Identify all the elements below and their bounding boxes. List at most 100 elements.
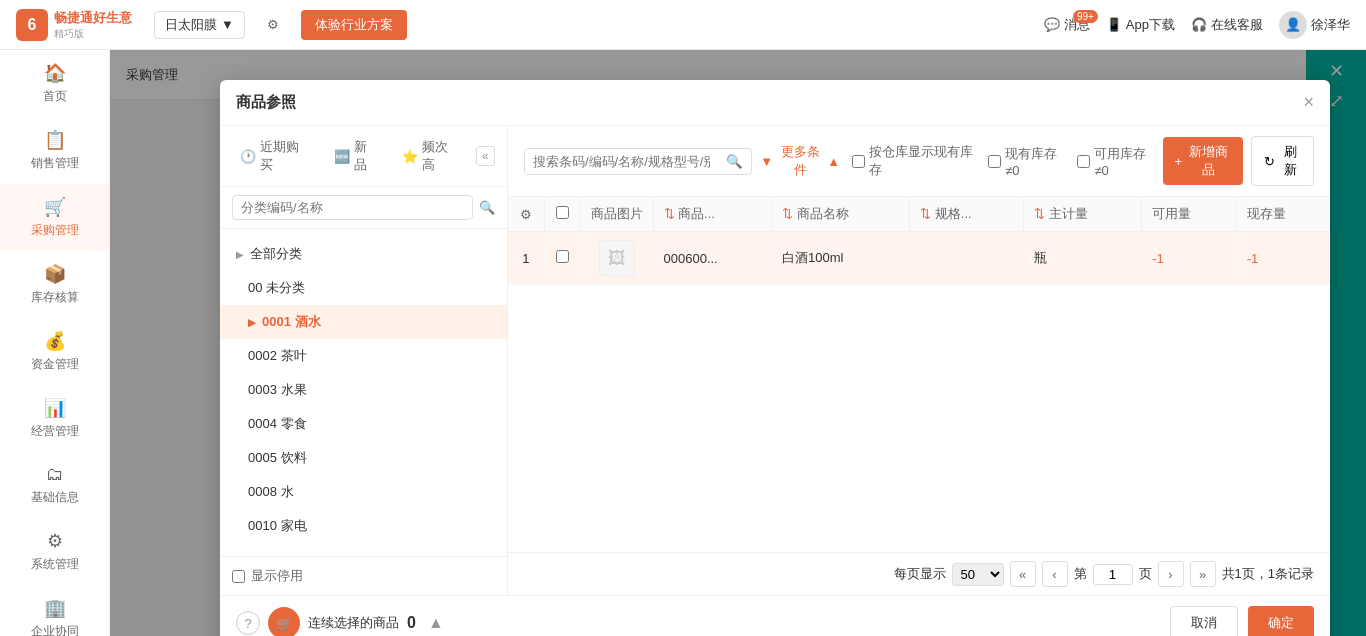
category-item-0002[interactable]: 0002 茶叶 [220,339,507,373]
user-avatar[interactable]: 👤 徐泽华 [1279,11,1350,39]
right-panel: 🔍 ▼ 更多条件 ▲ 按仓库显示现有库存 [508,126,1330,595]
sidebar-item-sales[interactable]: 📋 销售管理 [0,117,109,184]
sidebar-item-operations[interactable]: 📊 经营管理 [0,385,109,452]
sidebar-item-finance[interactable]: 💰 资金管理 [0,318,109,385]
top-nav: 6 畅捷通好生意 精巧版 日太阳膜 ▼ ⚙ 体验行业方案 💬 消息 99+ 📱 … [0,0,1366,50]
operations-icon: 📊 [44,397,66,419]
avatar: 👤 [1279,11,1307,39]
logo-text: 畅捷通好生意 精巧版 [54,9,132,41]
category-item-00[interactable]: 00 未分类 [220,271,507,305]
row-image: 🖼 [580,232,653,285]
per-page-select[interactable]: 50 20 100 [952,563,1004,586]
category-item-0004[interactable]: 0004 零食 [220,407,507,441]
table-header-row: ⚙ 商品图片 ⇅ 商品... [508,197,1330,232]
row-spec [910,232,1024,285]
sort-code-icon[interactable]: ⇅ [664,206,675,221]
filter-icon: ▼ [760,154,773,169]
collapse-cart-icon[interactable]: ▲ [428,614,444,632]
cart-area: ? 🛒 连续选择的商品 0 ▲ [236,607,444,636]
sidebar: 🏠 首页 📋 销售管理 🛒 采购管理 📦 库存核算 💰 资金管理 📊 经营管理 … [0,50,110,636]
category-item-0001[interactable]: ▶ 0001 酒水 [220,305,507,339]
sidebar-item-home[interactable]: 🏠 首页 [0,50,109,117]
product-search-button[interactable]: 🔍 [718,150,751,173]
sidebar-item-system[interactable]: ⚙ 系统管理 [0,518,109,585]
logo-icon: 6 [16,9,48,41]
cancel-button[interactable]: 取消 [1170,606,1238,636]
product-search-input[interactable] [525,149,718,174]
row-unit: 瓶 [1024,232,1142,285]
col-available: 可用量 [1142,197,1237,232]
cart-button[interactable]: 🛒 [268,607,300,636]
category-search-icon[interactable]: 🔍 [479,200,495,215]
modal-header: 商品参照 × [220,80,1330,126]
page-last-button[interactable]: » [1190,561,1216,587]
finance-icon: 💰 [44,330,66,352]
content-area: 采购管理 查询 刷新 设置 ✕ ⤢ 商品参照 × [110,50,1366,636]
purchase-icon: 🛒 [44,196,66,218]
confirm-button[interactable]: 确定 [1248,606,1314,636]
product-table-area: ⚙ 商品图片 ⇅ 商品... [508,197,1330,552]
message-badge: 99+ [1073,10,1098,23]
collapse-panel-button[interactable]: « [476,146,495,166]
display-disabled-checkbox[interactable] [232,570,245,583]
app-download-button[interactable]: 📱 App下载 [1106,16,1175,34]
message-button[interactable]: 💬 消息 99+ [1044,16,1090,34]
nonzero-stock-checkbox[interactable]: 现有库存≠0 [988,145,1065,178]
modal-overlay: 商品参照 × 🕐 近期购买 🆕 [110,50,1366,636]
category-search-area: 🔍 [220,187,507,229]
category-item-all[interactable]: ▶ 全部分类 [220,237,507,271]
refresh-button[interactable]: ↻ 刷新 [1251,136,1314,186]
service-button[interactable]: 🎧 在线客服 [1191,16,1263,34]
trial-button[interactable]: 体验行业方案 [301,10,407,40]
product-reference-modal: 商品参照 × 🕐 近期购买 🆕 [220,80,1330,636]
plus-icon: + [1175,154,1183,169]
sort-unit-icon[interactable]: ⇅ [1034,206,1045,221]
sidebar-item-inventory[interactable]: 📦 库存核算 [0,251,109,318]
category-item-0003[interactable]: 0003 水果 [220,373,507,407]
category-search-input[interactable] [232,195,473,220]
col-unit: ⇅ 主计量 [1024,197,1142,232]
store-selector[interactable]: 日太阳膜 ▼ [154,11,245,39]
sidebar-item-purchase[interactable]: 🛒 采购管理 [0,184,109,251]
sidebar-item-basic[interactable]: 🗂 基础信息 [0,452,109,518]
recent-icon: 🕐 [240,149,256,164]
category-item-0010[interactable]: 0010 家电 [220,509,507,543]
enterprise-icon: 🏢 [44,597,66,619]
modal-close-button[interactable]: × [1303,92,1314,113]
page-number-input[interactable] [1093,564,1133,585]
help-icon[interactable]: ? [236,611,260,635]
row-current: -1 [1236,232,1330,285]
inventory-icon: 📦 [44,263,66,285]
select-all-checkbox[interactable] [556,206,569,219]
more-filter-button[interactable]: ▼ 更多条件 ▲ [760,143,840,179]
page-first-button[interactable]: « [1010,561,1036,587]
search-toolbar: 🔍 ▼ 更多条件 ▲ 按仓库显示现有库存 [508,126,1330,197]
modal-body: 🕐 近期购买 🆕 新品 ⭐ 频次高 « [220,126,1330,595]
filter-checkboxes: 按仓库显示现有库存 现有库存≠0 可用库存≠0 [852,143,1154,179]
sort-name-icon[interactable]: ⇅ [782,206,793,221]
gear-button[interactable]: ⚙ [257,9,289,41]
warehouse-stock-checkbox[interactable]: 按仓库显示现有库存 [852,143,976,179]
add-product-button[interactable]: + 新增商品 [1163,137,1244,185]
tab-new[interactable]: 🆕 新品 [326,134,387,178]
category-item-0008[interactable]: 0008 水 [220,475,507,509]
sort-spec-icon[interactable]: ⇅ [920,206,931,221]
col-spec: ⇅ 规格... [910,197,1024,232]
table-row[interactable]: 1 🖼 000600... 白酒100ml [508,232,1330,285]
left-tabs: 🕐 近期购买 🆕 新品 ⭐ 频次高 « [220,126,507,187]
page-next-button[interactable]: › [1158,561,1184,587]
system-icon: ⚙ [47,530,63,552]
tab-recent[interactable]: 🕐 近期购买 [232,134,318,178]
tab-frequent[interactable]: ⭐ 频次高 [394,134,467,178]
row-code: 000600... [653,232,772,285]
all-expand-icon: ▶ [236,249,244,260]
row-checkbox[interactable] [556,250,569,263]
footer-actions: 取消 确定 [1170,606,1314,636]
left-panel: 🕐 近期购买 🆕 新品 ⭐ 频次高 « [220,126,508,595]
nonzero-available-checkbox[interactable]: 可用库存≠0 [1077,145,1154,178]
sidebar-item-enterprise[interactable]: 🏢 企业协同 [0,585,109,636]
category-item-0005[interactable]: 0005 饮料 [220,441,507,475]
page-prev-button[interactable]: ‹ [1042,561,1068,587]
settings-icon[interactable]: ⚙ [520,207,532,222]
col-code: ⇅ 商品... [653,197,772,232]
